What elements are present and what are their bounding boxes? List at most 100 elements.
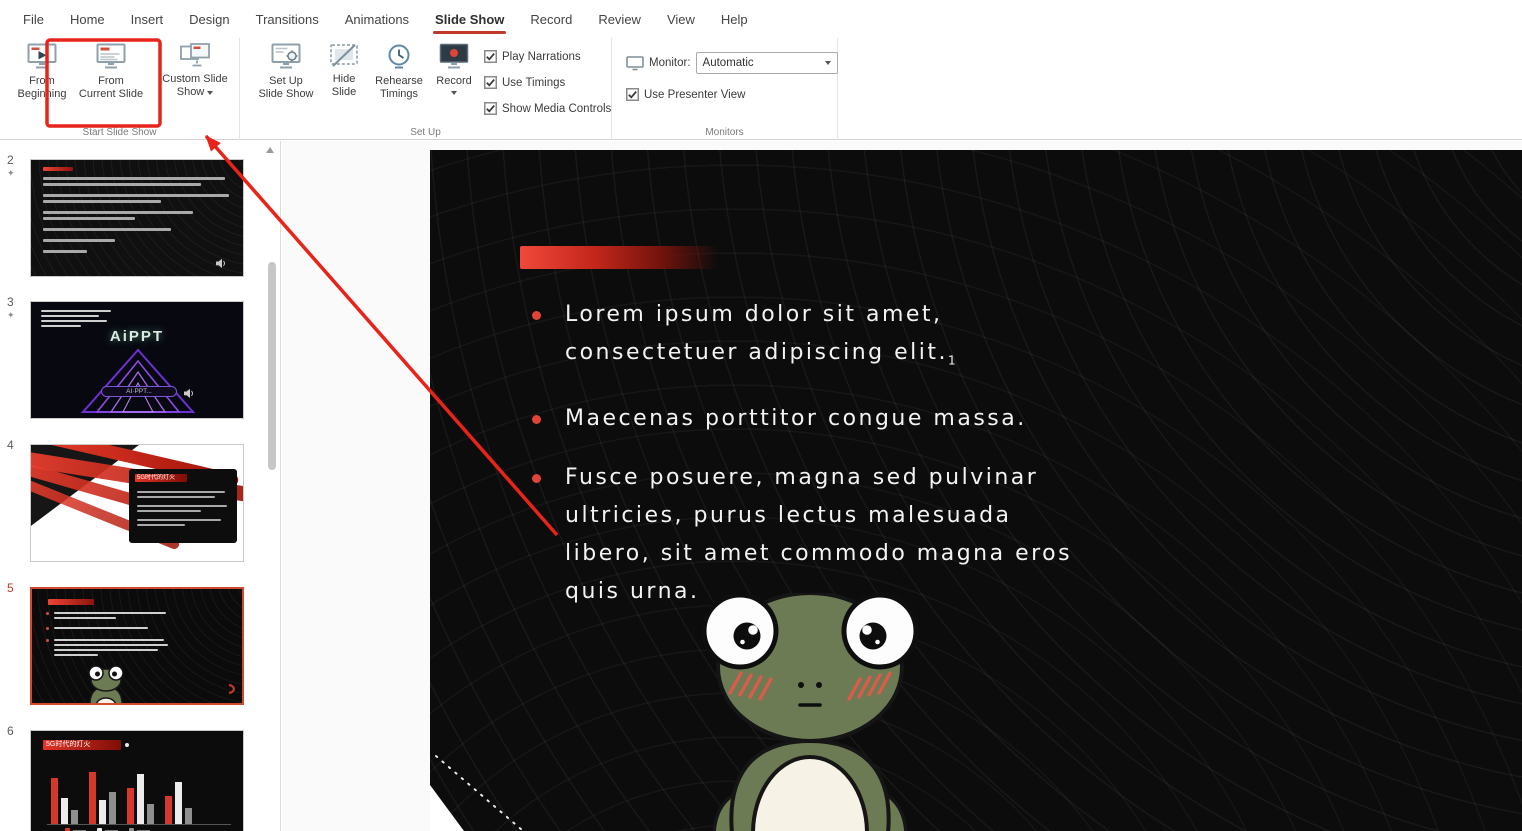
slide-thumbnail-5-selected[interactable] (30, 587, 244, 705)
audio-speaker-icon (216, 258, 225, 268)
hide-slide-label-2: Slide (331, 86, 357, 99)
setup-slideshow-label-2: Slide Show (258, 88, 314, 101)
bullet-item: Lorem ipsum dolor sit amet, consectetuer… (532, 296, 1112, 379)
animation-star-icon: ✦ (7, 310, 15, 320)
record-button[interactable]: Record (432, 43, 476, 96)
hide-slide-icon (330, 44, 358, 67)
scrollbar-up-arrow[interactable] (266, 147, 274, 153)
hide-slide-label-1: Hide (332, 73, 356, 85)
animation-star-icon: ✦ (7, 168, 15, 178)
menu-tab-home[interactable]: Home (57, 0, 118, 38)
slide6-chart-bars (47, 759, 231, 825)
from-beginning-label-2: Beginning (17, 88, 67, 101)
menu-tab-record[interactable]: Record (517, 0, 585, 38)
slide-thumbnail-3[interactable]: AiPPT AI·PPT... (30, 301, 244, 419)
monitor-row: Monitor: Automatic (626, 52, 838, 74)
play-narrations-checkbox[interactable]: Play Narrations (484, 50, 581, 63)
slide-number-3: 3 (7, 295, 14, 309)
hide-slide-button[interactable]: Hide Slide (322, 43, 366, 99)
bullet-dot-icon (532, 474, 541, 484)
thumbnail-slide-title: 5G时代的灯火 (135, 474, 187, 482)
thumbnail-slide-title: 5G时代的灯火 (43, 740, 121, 750)
bullet-item: Fusce posuere, magna sed pulvinar ultric… (532, 459, 1112, 611)
checkbox-checked-icon (484, 50, 497, 63)
slide-thumbnail-6[interactable]: 5G时代的灯火 (30, 730, 244, 831)
aippt-search-pill: AI·PPT... (101, 386, 177, 397)
thumbnail-content-panel: 5G时代的灯火 (129, 469, 237, 543)
from-current-label-1: From (98, 75, 124, 87)
group-label-start-slide-show: Start Slide Show (82, 127, 157, 138)
from-beginning-icon (27, 43, 57, 69)
ribbon: From Beginning From Current Slide Custom… (0, 38, 1522, 140)
menu-tab-animations[interactable]: Animations (332, 0, 422, 38)
chevron-down-icon (824, 61, 831, 65)
bullet-text: Fusce posuere, magna sed pulvinar ultric… (565, 465, 1073, 605)
group-label-monitors: Monitors (705, 127, 744, 138)
checkbox-checked-icon (484, 102, 497, 115)
custom-slide-show-button[interactable]: Custom Slide Show (152, 43, 238, 99)
from-current-slide-button[interactable]: From Current Slide (72, 43, 150, 101)
menu-tab-transitions[interactable]: Transitions (243, 0, 332, 38)
audio-speaker-icon (184, 388, 193, 398)
from-current-label-2: Current Slide (78, 88, 144, 101)
slide-number-6: 6 (7, 724, 14, 738)
aippt-logo: AiPPT (109, 328, 165, 345)
ribbon-group-set-up: Set Up Slide Show Hide Slide Rehearse Ti… (240, 38, 612, 140)
slide-thumbnail-panel: 2 ✦ 3 ✦ 4 5 6 AiPPT AI·PPT... 5G时代的灯火 5G… (0, 141, 281, 831)
setup-slideshow-label-1: Set Up (269, 75, 303, 87)
set-up-slide-show-icon (271, 43, 301, 69)
menu-tab-insert[interactable]: Insert (118, 0, 177, 38)
bullet-text: Maecenas porttitor congue massa. (565, 406, 1027, 432)
monitor-label: Monitor: (649, 57, 691, 69)
ribbon-group-start-slide-show: From Beginning From Current Slide Custom… (0, 38, 240, 140)
record-label: Record (436, 75, 472, 87)
show-media-controls-checkbox[interactable]: Show Media Controls (484, 102, 611, 115)
play-narrations-label: Play Narrations (502, 50, 581, 63)
record-icon (439, 43, 469, 69)
group-label-set-up: Set Up (410, 127, 441, 138)
menu-tab-design[interactable]: Design (176, 0, 242, 38)
thumbnail-accent-bar (48, 599, 94, 605)
neon-triangles-graphic (80, 348, 196, 413)
slide-bullet-list: Lorem ipsum dolor sit amet, consectetuer… (532, 296, 1112, 611)
presentation-slide[interactable]: Lorem ipsum dolor sit amet, consectetuer… (430, 150, 1522, 831)
bullet-dot-icon (532, 311, 541, 320)
rehearse-timings-button[interactable]: Rehearse Timings (368, 43, 430, 101)
set-up-slide-show-button[interactable]: Set Up Slide Show (254, 43, 318, 101)
slide-canvas: Lorem ipsum dolor sit amet, consectetuer… (282, 141, 1522, 831)
bullet-item: Maecenas porttitor congue massa. (532, 400, 1112, 438)
from-beginning-button[interactable]: From Beginning (14, 43, 70, 101)
white-corner-triangle (430, 785, 464, 831)
bullet-dot-icon (532, 415, 541, 425)
menu-tab-help[interactable]: Help (708, 0, 761, 38)
from-current-slide-icon (96, 43, 126, 69)
slide-number-5: 5 (7, 581, 14, 595)
use-timings-checkbox[interactable]: Use Timings (484, 76, 565, 89)
bullet-text: Lorem ipsum dolor sit amet, consectetuer… (565, 302, 948, 365)
slide-accent-bar (520, 246, 718, 269)
menu-tab-view[interactable]: View (654, 0, 708, 38)
menu-tab-file[interactable]: File (10, 0, 57, 38)
menu-bar: File Home Insert Design Transitions Anim… (0, 0, 1522, 38)
slide-thumbnail-2[interactable] (30, 159, 244, 277)
slide-number-2: 2 (7, 153, 14, 167)
thumbnail-accent-bar (43, 167, 73, 171)
custom-show-label-1: Custom Slide (162, 73, 228, 85)
monitor-dropdown-value: Automatic (702, 57, 754, 69)
menu-tab-review[interactable]: Review (585, 0, 654, 38)
rehearse-label-2: Timings (379, 88, 419, 101)
ribbon-group-monitors: Monitor: Automatic Use Presenter View Mo… (612, 38, 838, 140)
monitor-dropdown[interactable]: Automatic (695, 52, 838, 74)
use-presenter-view-label: Use Presenter View (644, 88, 746, 101)
menu-tab-slide-show[interactable]: Slide Show (422, 0, 517, 38)
monitor-icon (626, 55, 644, 70)
slide-thumbnail-4[interactable]: 5G时代的灯火 (30, 444, 244, 562)
title-dot (125, 743, 129, 747)
slide-number-4: 4 (7, 438, 14, 452)
footnote-marker: 1 (947, 353, 959, 368)
show-media-controls-label: Show Media Controls (502, 102, 612, 115)
red-logo-mark (228, 683, 235, 695)
scrollbar-thumb[interactable] (268, 262, 276, 470)
use-presenter-view-checkbox[interactable]: Use Presenter View (626, 88, 745, 101)
use-timings-label: Use Timings (502, 76, 566, 89)
